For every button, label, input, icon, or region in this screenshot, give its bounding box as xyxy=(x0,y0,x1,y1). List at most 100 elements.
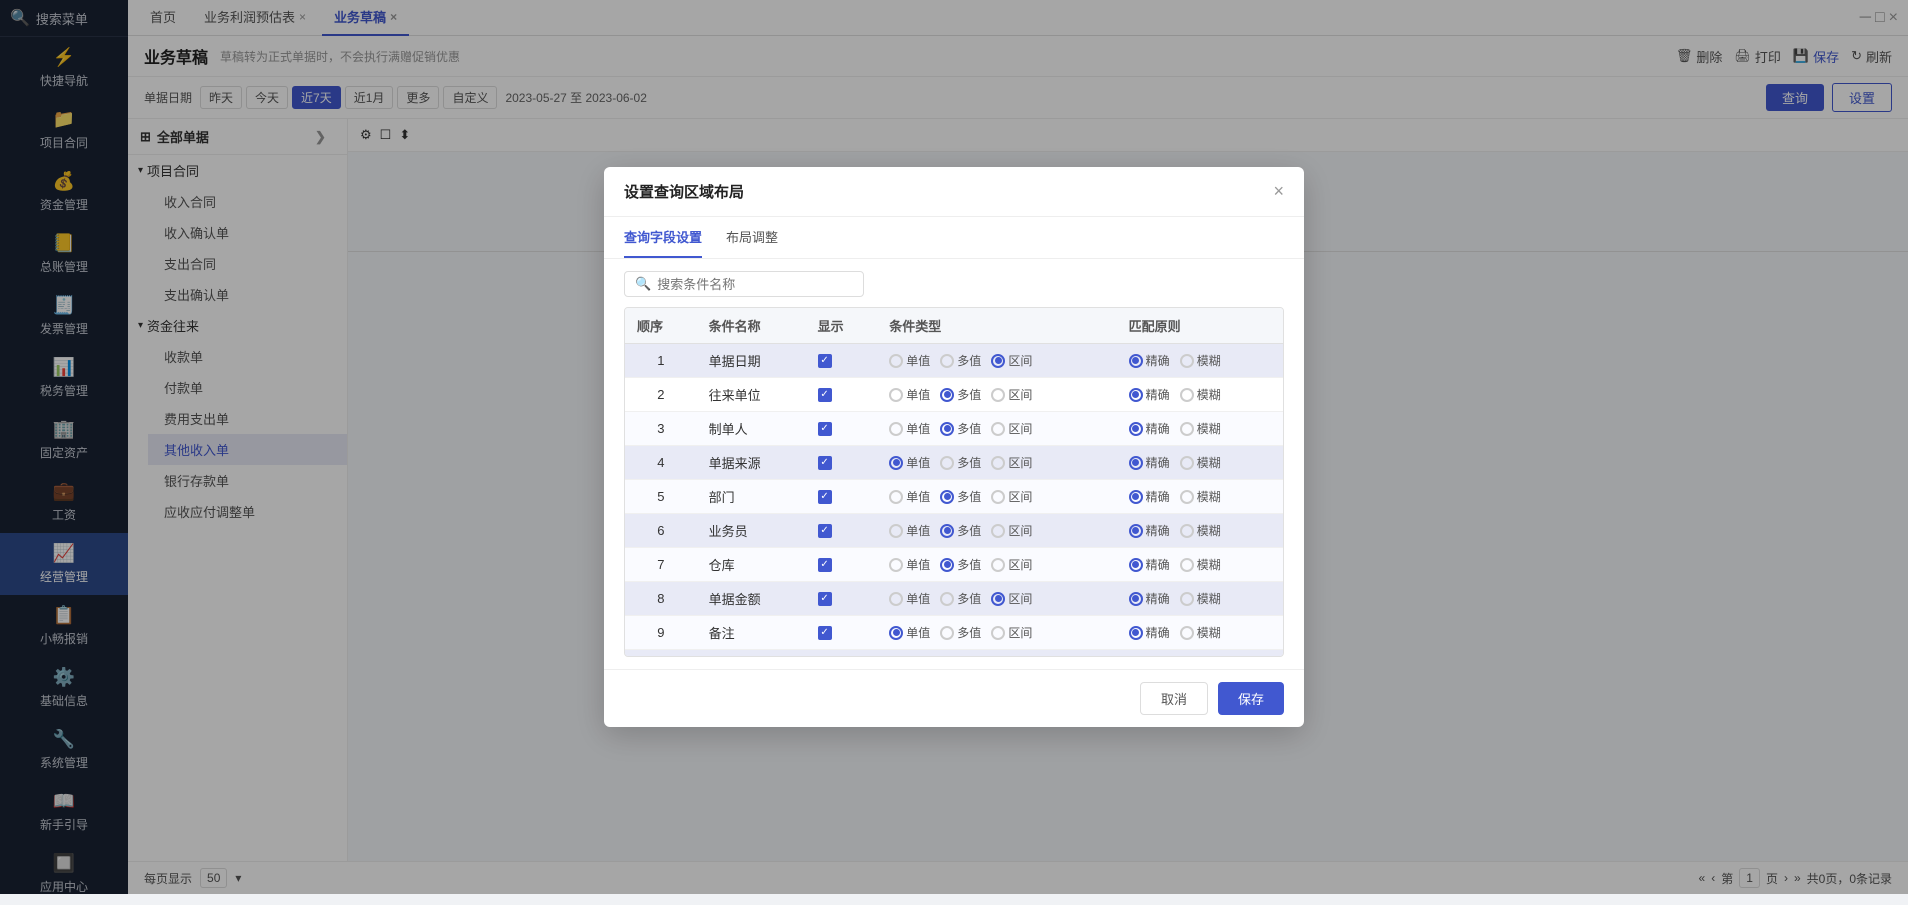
radio-circle xyxy=(889,558,903,572)
match-option-8-精确[interactable]: 精确 xyxy=(1129,590,1170,607)
match-option-8-模糊[interactable]: 模糊 xyxy=(1180,590,1221,607)
row-type-1[interactable]: 单值多值区间 xyxy=(877,344,1116,378)
modal-tab-布局调整[interactable]: 布局调整 xyxy=(726,217,778,258)
type-option-5-单值[interactable]: 单值 xyxy=(889,488,930,505)
type-option-3-单值[interactable]: 单值 xyxy=(889,420,930,437)
type-option-6-多值[interactable]: 多值 xyxy=(940,522,981,539)
type-option-4-单值[interactable]: 单值 xyxy=(889,454,930,471)
row-type-10[interactable]: 单值多值区间 xyxy=(877,650,1116,658)
match-option-3-精确[interactable]: 精确 xyxy=(1129,420,1170,437)
row-match-6[interactable]: 精确模糊 xyxy=(1117,514,1283,548)
row-show-10[interactable] xyxy=(806,650,878,658)
type-option-2-区间[interactable]: 区间 xyxy=(991,386,1032,403)
checkbox-7[interactable] xyxy=(818,558,832,572)
row-show-8[interactable] xyxy=(806,582,878,616)
type-option-1-单值[interactable]: 单值 xyxy=(889,352,930,369)
type-option-1-区间[interactable]: 区间 xyxy=(991,352,1032,369)
row-type-4[interactable]: 单值多值区间 xyxy=(877,446,1116,480)
match-option-2-模糊[interactable]: 模糊 xyxy=(1180,386,1221,403)
type-option-7-多值[interactable]: 多值 xyxy=(940,556,981,573)
row-match-1[interactable]: 精确模糊 xyxy=(1117,344,1283,378)
row-type-2[interactable]: 单值多值区间 xyxy=(877,378,1116,412)
condition-search-input[interactable] xyxy=(657,277,853,292)
type-option-9-区间[interactable]: 区间 xyxy=(991,624,1032,641)
type-option-2-单值[interactable]: 单值 xyxy=(889,386,930,403)
row-show-9[interactable] xyxy=(806,616,878,650)
checkbox-5[interactable] xyxy=(818,490,832,504)
type-option-9-多值[interactable]: 多值 xyxy=(940,624,981,641)
type-option-3-区间[interactable]: 区间 xyxy=(991,420,1032,437)
type-option-4-区间[interactable]: 区间 xyxy=(991,454,1032,471)
type-option-1-多值[interactable]: 多值 xyxy=(940,352,981,369)
row-type-5[interactable]: 单值多值区间 xyxy=(877,480,1116,514)
row-show-4[interactable] xyxy=(806,446,878,480)
checkbox-4[interactable] xyxy=(818,456,832,470)
row-match-7[interactable]: 精确模糊 xyxy=(1117,548,1283,582)
match-option-9-精确[interactable]: 精确 xyxy=(1129,624,1170,641)
row-show-3[interactable] xyxy=(806,412,878,446)
match-option-5-精确[interactable]: 精确 xyxy=(1129,488,1170,505)
match-option-9-模糊[interactable]: 模糊 xyxy=(1180,624,1221,641)
match-option-7-模糊[interactable]: 模糊 xyxy=(1180,556,1221,573)
radio-circle xyxy=(940,524,954,538)
row-show-6[interactable] xyxy=(806,514,878,548)
row-show-1[interactable] xyxy=(806,344,878,378)
checkbox-3[interactable] xyxy=(818,422,832,436)
row-match-3[interactable]: 精确模糊 xyxy=(1117,412,1283,446)
match-option-3-模糊[interactable]: 模糊 xyxy=(1180,420,1221,437)
checkbox-8[interactable] xyxy=(818,592,832,606)
row-show-2[interactable] xyxy=(806,378,878,412)
row-type-9[interactable]: 单值多值区间 xyxy=(877,616,1116,650)
match-option-6-精确[interactable]: 精确 xyxy=(1129,522,1170,539)
radio-label-区间: 区间 xyxy=(1008,590,1032,607)
row-match-8[interactable]: 精确模糊 xyxy=(1117,582,1283,616)
match-option-4-模糊[interactable]: 模糊 xyxy=(1180,454,1221,471)
save-confirm-button[interactable]: 保存 xyxy=(1218,682,1284,715)
type-option-4-多值[interactable]: 多值 xyxy=(940,454,981,471)
modal-tab-查询字段设置[interactable]: 查询字段设置 xyxy=(624,217,702,258)
match-option-1-精确[interactable]: 精确 xyxy=(1129,352,1170,369)
row-id-4: 4 xyxy=(625,446,697,480)
row-match-10[interactable]: 精确模糊 xyxy=(1117,650,1283,658)
row-type-8[interactable]: 单值 多值 区间 xyxy=(877,582,1116,616)
match-option-7-精确[interactable]: 精确 xyxy=(1129,556,1170,573)
row-show-5[interactable] xyxy=(806,480,878,514)
type-option-7-单值[interactable]: 单值 xyxy=(889,556,930,573)
checkbox-9[interactable] xyxy=(818,626,832,640)
row-type-3[interactable]: 单值多值区间 xyxy=(877,412,1116,446)
checkbox-1[interactable] xyxy=(818,354,832,368)
condition-search-box[interactable]: 🔍 xyxy=(624,271,864,297)
row-match-5[interactable]: 精确模糊 xyxy=(1117,480,1283,514)
type-option-3-多值[interactable]: 多值 xyxy=(940,420,981,437)
type-option-5-多值[interactable]: 多值 xyxy=(940,488,981,505)
radio-label-单值: 单值 xyxy=(906,420,930,437)
row-show-7[interactable] xyxy=(806,548,878,582)
type-option-2-多值[interactable]: 多值 xyxy=(940,386,981,403)
modal-close-button[interactable]: × xyxy=(1273,181,1284,202)
match-option-5-模糊[interactable]: 模糊 xyxy=(1180,488,1221,505)
type-option-6-区间[interactable]: 区间 xyxy=(991,522,1032,539)
row-type-7[interactable]: 单值多值区间 xyxy=(877,548,1116,582)
match-option-1-模糊[interactable]: 模糊 xyxy=(1180,352,1221,369)
type-option-7-区间[interactable]: 区间 xyxy=(991,556,1032,573)
radio-circle xyxy=(991,422,1005,436)
row-id-5: 5 xyxy=(625,480,697,514)
match-option-2-精确[interactable]: 精确 xyxy=(1129,386,1170,403)
type-option-9-单值[interactable]: 单值 xyxy=(889,624,930,641)
checkbox-2[interactable] xyxy=(818,388,832,402)
type-option-8-多值[interactable]: 多值 xyxy=(940,590,981,607)
row-match-2[interactable]: 精确模糊 xyxy=(1117,378,1283,412)
type-option-5-区间[interactable]: 区间 xyxy=(991,488,1032,505)
row-type-6[interactable]: 单值多值区间 xyxy=(877,514,1116,548)
checkbox-6[interactable] xyxy=(818,524,832,538)
type-option-6-单值[interactable]: 单值 xyxy=(889,522,930,539)
type-option-8-单值[interactable]: 单值 xyxy=(889,590,930,607)
type-option-8-区间[interactable]: 区间 xyxy=(991,590,1032,607)
match-option-6-模糊[interactable]: 模糊 xyxy=(1180,522,1221,539)
radio-label-多值: 多值 xyxy=(957,590,981,607)
row-match-9[interactable]: 精确模糊 xyxy=(1117,616,1283,650)
row-match-4[interactable]: 精确模糊 xyxy=(1117,446,1283,480)
radio-circle xyxy=(991,558,1005,572)
match-option-4-精确[interactable]: 精确 xyxy=(1129,454,1170,471)
cancel-button[interactable]: 取消 xyxy=(1140,682,1208,715)
